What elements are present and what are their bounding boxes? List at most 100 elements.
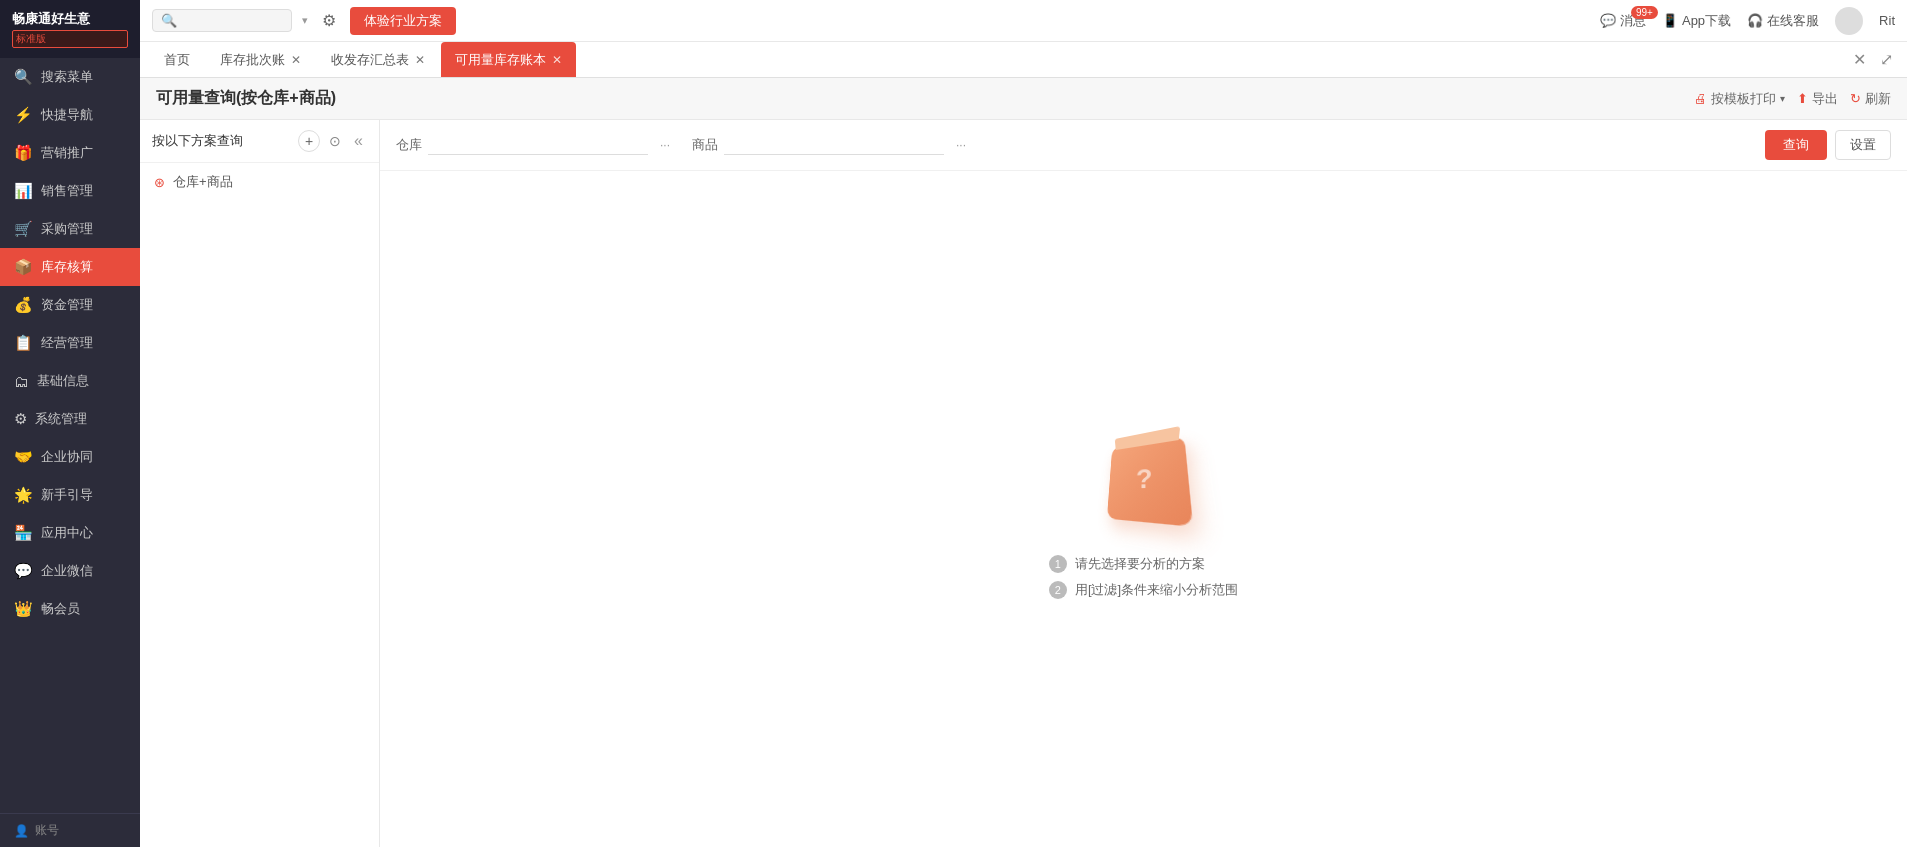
filter-actions: 查询 设置 xyxy=(1765,130,1891,160)
message-icon: 💬 xyxy=(1600,13,1616,28)
sidebar-item-wechat[interactable]: 💬 企业微信 xyxy=(0,552,140,590)
gear-icon[interactable]: ⚙ xyxy=(318,7,340,34)
sidebar-label-system: 系统管理 xyxy=(35,410,87,428)
refresh-label: 刷新 xyxy=(1865,90,1891,108)
sidebar-item-search[interactable]: 🔍 搜索菜单 xyxy=(0,58,140,96)
tab-close-batch[interactable]: ✕ xyxy=(291,53,301,67)
sidebar-item-finance[interactable]: 💰 资金管理 xyxy=(0,286,140,324)
sidebar-icon-appcenter: 🏪 xyxy=(14,524,33,542)
warehouse-filter: 仓库 ··· xyxy=(396,135,676,155)
sidebar-label-purchase: 采购管理 xyxy=(41,220,93,238)
topbar-right: 💬 消息 99+ 📱 App下载 🎧 在线客服 Rit xyxy=(1600,7,1895,35)
tab-summary[interactable]: 收发存汇总表✕ xyxy=(317,42,439,77)
sidebar-bottom: 👤 账号 xyxy=(0,813,140,847)
search-input[interactable] xyxy=(181,14,261,28)
product-more-button[interactable]: ··· xyxy=(950,136,972,154)
sidebar-bottom-label: 账号 xyxy=(35,822,59,839)
sidebar-item-quicknav[interactable]: ⚡ 快捷导航 xyxy=(0,96,140,134)
message-button[interactable]: 💬 消息 99+ xyxy=(1600,12,1646,30)
sidebar-label-enterprise: 企业协同 xyxy=(41,448,93,466)
product-input[interactable] xyxy=(724,135,944,155)
sidebar-item-sales[interactable]: 📊 销售管理 xyxy=(0,172,140,210)
sidebar-icon-enterprise: 🤝 xyxy=(14,448,33,466)
sidebar-item-enterprise[interactable]: 🤝 企业协同 xyxy=(0,438,140,476)
settings-scheme-button[interactable]: ⊙ xyxy=(324,130,346,152)
sidebar-icon-sales: 📊 xyxy=(14,182,33,200)
empty-state: 1 请先选择要分析的方案 2 用[过滤]条件来缩小分析范围 xyxy=(380,171,1907,847)
warehouse-label: 仓库 xyxy=(396,136,422,154)
sidebar-icon-quicknav: ⚡ xyxy=(14,106,33,124)
app-label: App下载 xyxy=(1682,12,1731,30)
sidebar-label-operations: 经营管理 xyxy=(41,334,93,352)
sidebar-label-basic: 基础信息 xyxy=(37,372,89,390)
scheme-item-warehouse-product[interactable]: ⊛ 仓库+商品 xyxy=(140,163,379,201)
tab-label-batch: 库存批次账 xyxy=(220,51,285,69)
username-label[interactable]: Rit xyxy=(1879,13,1895,28)
left-panel-actions: + ⊙ « xyxy=(298,130,367,152)
sidebar-item-operations[interactable]: 📋 经营管理 xyxy=(0,324,140,362)
scheme-item-icon: ⊛ xyxy=(154,175,165,190)
right-panel: 仓库 ··· 商品 ··· 查询 设置 xyxy=(380,120,1907,847)
service-button[interactable]: 🎧 在线客服 xyxy=(1747,12,1819,30)
sidebar-label-newbie: 新手引导 xyxy=(41,486,93,504)
app-icon: 📱 xyxy=(1662,13,1678,28)
export-button[interactable]: ⬆ 导出 xyxy=(1797,90,1838,108)
sidebar-item-basic[interactable]: 🗂 基础信息 xyxy=(0,362,140,400)
close-tab-icon[interactable]: ✕ xyxy=(1849,48,1870,71)
sidebar-icon-marketing: 🎁 xyxy=(14,144,33,162)
sidebar-icon-wechat: 💬 xyxy=(14,562,33,580)
query-button[interactable]: 查询 xyxy=(1765,130,1827,160)
tab-available[interactable]: 可用量库存账本 ✕ xyxy=(441,42,576,77)
sidebar-bottom-icon: 👤 xyxy=(14,824,29,838)
tab-home[interactable]: 首页 xyxy=(150,42,204,77)
sidebar-label-quicknav: 快捷导航 xyxy=(41,106,93,124)
tab-close-summary[interactable]: ✕ xyxy=(415,53,425,67)
refresh-icon: ↻ xyxy=(1850,91,1861,106)
warehouse-input[interactable] xyxy=(428,135,648,155)
setting-button[interactable]: 设置 xyxy=(1835,130,1891,160)
sidebar-item-newbie[interactable]: 🌟 新手引导 xyxy=(0,476,140,514)
page-actions: 🖨 按模板打印 ▾ ⬆ 导出 ↻ 刷新 xyxy=(1694,90,1891,108)
page-title: 可用量查询(按仓库+商品) xyxy=(156,88,336,109)
tab-batch[interactable]: 库存批次账 ✕ xyxy=(206,42,315,77)
search-icon: 🔍 xyxy=(161,13,177,28)
tabs-right-actions: ✕ ⤢ xyxy=(1849,48,1897,71)
sidebar-label-marketing: 营销推广 xyxy=(41,144,93,162)
hint-num-1: 1 xyxy=(1049,555,1067,573)
collapse-panel-button[interactable]: « xyxy=(350,130,367,152)
hint-num-2: 2 xyxy=(1049,581,1067,599)
warehouse-more-button[interactable]: ··· xyxy=(654,136,676,154)
empty-hint-2: 2 用[过滤]条件来缩小分析范围 xyxy=(1049,581,1238,599)
sidebar-item-system[interactable]: ⚙ 系统管理 xyxy=(0,400,140,438)
chevron-down-icon[interactable]: ▾ xyxy=(302,14,308,27)
filter-bar: 仓库 ··· 商品 ··· 查询 设置 xyxy=(380,120,1907,171)
expand-icon[interactable]: ⤢ xyxy=(1876,48,1897,71)
sidebar-item-vip[interactable]: 👑 畅会员 xyxy=(0,590,140,628)
tab-label-available: 可用量库存账本 xyxy=(455,51,546,69)
empty-hint-1-text: 请先选择要分析的方案 xyxy=(1075,555,1205,573)
sidebar-icon-finance: 💰 xyxy=(14,296,33,314)
trial-button[interactable]: 体验行业方案 xyxy=(350,7,456,35)
product-filter: 商品 ··· xyxy=(692,135,972,155)
empty-hints: 1 请先选择要分析的方案 2 用[过滤]条件来缩小分析范围 xyxy=(1049,555,1238,599)
print-chevron-icon: ▾ xyxy=(1780,93,1785,104)
tab-close-available[interactable]: ✕ xyxy=(552,53,562,67)
sidebar-label-search: 搜索菜单 xyxy=(41,68,93,86)
print-label: 按模板打印 xyxy=(1711,90,1776,108)
app-download-button[interactable]: 📱 App下载 xyxy=(1662,12,1731,30)
sidebar-icon-inventory: 📦 xyxy=(14,258,33,276)
content-area: 按以下方案查询 + ⊙ « ⊛ 仓库+商品 仓库 ··· xyxy=(140,120,1907,847)
add-scheme-button[interactable]: + xyxy=(298,130,320,152)
page-header: 可用量查询(按仓库+商品) 🖨 按模板打印 ▾ ⬆ 导出 ↻ 刷新 xyxy=(140,78,1907,120)
topbar-search-box[interactable]: 🔍 xyxy=(152,9,292,32)
print-button[interactable]: 🖨 按模板打印 ▾ xyxy=(1694,90,1785,108)
sidebar-item-purchase[interactable]: 🛒 采购管理 xyxy=(0,210,140,248)
service-label: 在线客服 xyxy=(1767,12,1819,30)
sidebar-label-inventory: 库存核算 xyxy=(41,258,93,276)
sidebar-item-inventory[interactable]: 📦 库存核算 xyxy=(0,248,140,286)
sidebar-item-appcenter[interactable]: 🏪 应用中心 xyxy=(0,514,140,552)
export-icon: ⬆ xyxy=(1797,91,1808,106)
refresh-button[interactable]: ↻ 刷新 xyxy=(1850,90,1891,108)
sidebar-icon-newbie: 🌟 xyxy=(14,486,33,504)
sidebar-item-marketing[interactable]: 🎁 营销推广 xyxy=(0,134,140,172)
